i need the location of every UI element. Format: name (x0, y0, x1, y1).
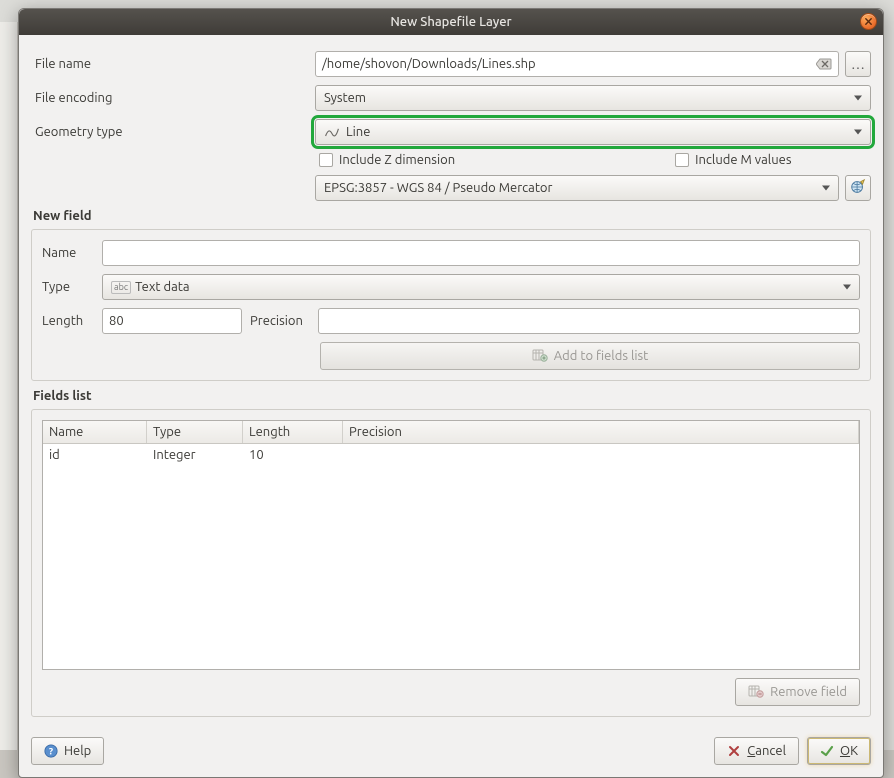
globe-icon (849, 178, 867, 199)
col-header-length[interactable]: Length (243, 421, 343, 443)
new-field-length-input[interactable]: 80 (102, 308, 242, 334)
col-header-name[interactable]: Name (43, 421, 147, 443)
label-nf-type: Type (42, 280, 94, 294)
dialog-new-shapefile-layer: New Shapefile Layer File name /home/shov… (18, 8, 884, 778)
text-type-icon: abc (111, 281, 131, 294)
file-encoding-combo[interactable]: System (315, 85, 871, 111)
fields-table[interactable]: Name Type Length Precision id Integer 10 (42, 420, 860, 670)
checkbox-icon (319, 153, 333, 167)
label-nf-name: Name (42, 246, 94, 260)
checkbox-include-z[interactable]: Include Z dimension (319, 153, 455, 167)
table-row[interactable]: id Integer 10 (43, 444, 859, 466)
col-header-precision[interactable]: Precision (343, 421, 859, 443)
remove-field-icon (748, 684, 764, 701)
add-field-icon (532, 348, 548, 365)
close-button[interactable] (860, 13, 877, 30)
line-geometry-icon (324, 125, 340, 139)
crs-combo[interactable]: EPSG:3857 - WGS 84 / Pseudo Mercator (315, 175, 839, 201)
window-title: New Shapefile Layer (390, 15, 511, 29)
new-field-type-combo[interactable]: abc Text data (102, 274, 860, 300)
group-label-new-field: New field (33, 209, 871, 223)
add-to-fields-button[interactable]: Add to fields list (320, 342, 860, 370)
remove-field-label: Remove field (770, 685, 847, 699)
label-file-name: File name (31, 57, 315, 71)
file-name-input[interactable]: /home/shovon/Downloads/Lines.shp (315, 51, 839, 77)
clear-icon[interactable] (816, 57, 832, 71)
new-field-precision-input[interactable] (318, 308, 860, 334)
add-to-fields-label: Add to fields list (554, 349, 649, 363)
cell-name: id (43, 446, 147, 464)
label-include-m: Include M values (695, 153, 791, 167)
col-header-type[interactable]: Type (147, 421, 243, 443)
new-field-name-input[interactable] (102, 240, 860, 266)
help-label: Help (64, 744, 91, 758)
chevron-down-icon (822, 186, 830, 191)
crs-selector-button[interactable] (845, 175, 871, 201)
cell-precision (343, 446, 859, 464)
new-field-type-value: Text data (135, 280, 189, 294)
new-field-length-value: 80 (109, 314, 124, 328)
cell-length: 10 (243, 446, 343, 464)
chevron-down-icon (843, 285, 851, 290)
chevron-down-icon (854, 130, 862, 135)
checkbox-icon (675, 153, 689, 167)
fields-list-group: Name Type Length Precision id Integer 10 (31, 409, 871, 717)
cell-type: Integer (147, 446, 243, 464)
titlebar[interactable]: New Shapefile Layer (19, 9, 883, 35)
label-nf-length: Length (42, 314, 94, 328)
browse-button[interactable]: … (845, 51, 871, 77)
chevron-down-icon (854, 96, 862, 101)
close-icon (864, 17, 873, 26)
ok-icon (820, 744, 834, 758)
cancel-button[interactable]: Cancel (714, 737, 799, 765)
geometry-type-combo[interactable]: Line (315, 119, 871, 145)
label-file-encoding: File encoding (31, 91, 315, 105)
ok-button[interactable]: OK (807, 737, 871, 765)
cancel-label: Cancel (747, 744, 786, 758)
crs-value: EPSG:3857 - WGS 84 / Pseudo Mercator (324, 181, 552, 195)
file-name-value: /home/shovon/Downloads/Lines.shp (322, 57, 536, 71)
file-encoding-value: System (324, 91, 366, 105)
help-icon: ? (44, 744, 58, 758)
help-button[interactable]: ? Help (31, 737, 104, 765)
svg-text:?: ? (49, 746, 53, 757)
checkbox-include-m[interactable]: Include M values (675, 153, 791, 167)
remove-field-button[interactable]: Remove field (735, 678, 860, 706)
label-geometry-type: Geometry type (31, 125, 315, 139)
new-field-group: Name Type abc Text data Length 80 Precis… (31, 229, 871, 381)
group-label-fields-list: Fields list (33, 389, 871, 403)
ok-label: OK (840, 744, 858, 758)
label-include-z: Include Z dimension (339, 153, 455, 167)
label-nf-precision: Precision (250, 314, 310, 328)
cancel-icon (727, 744, 741, 758)
geometry-type-value: Line (346, 125, 370, 139)
